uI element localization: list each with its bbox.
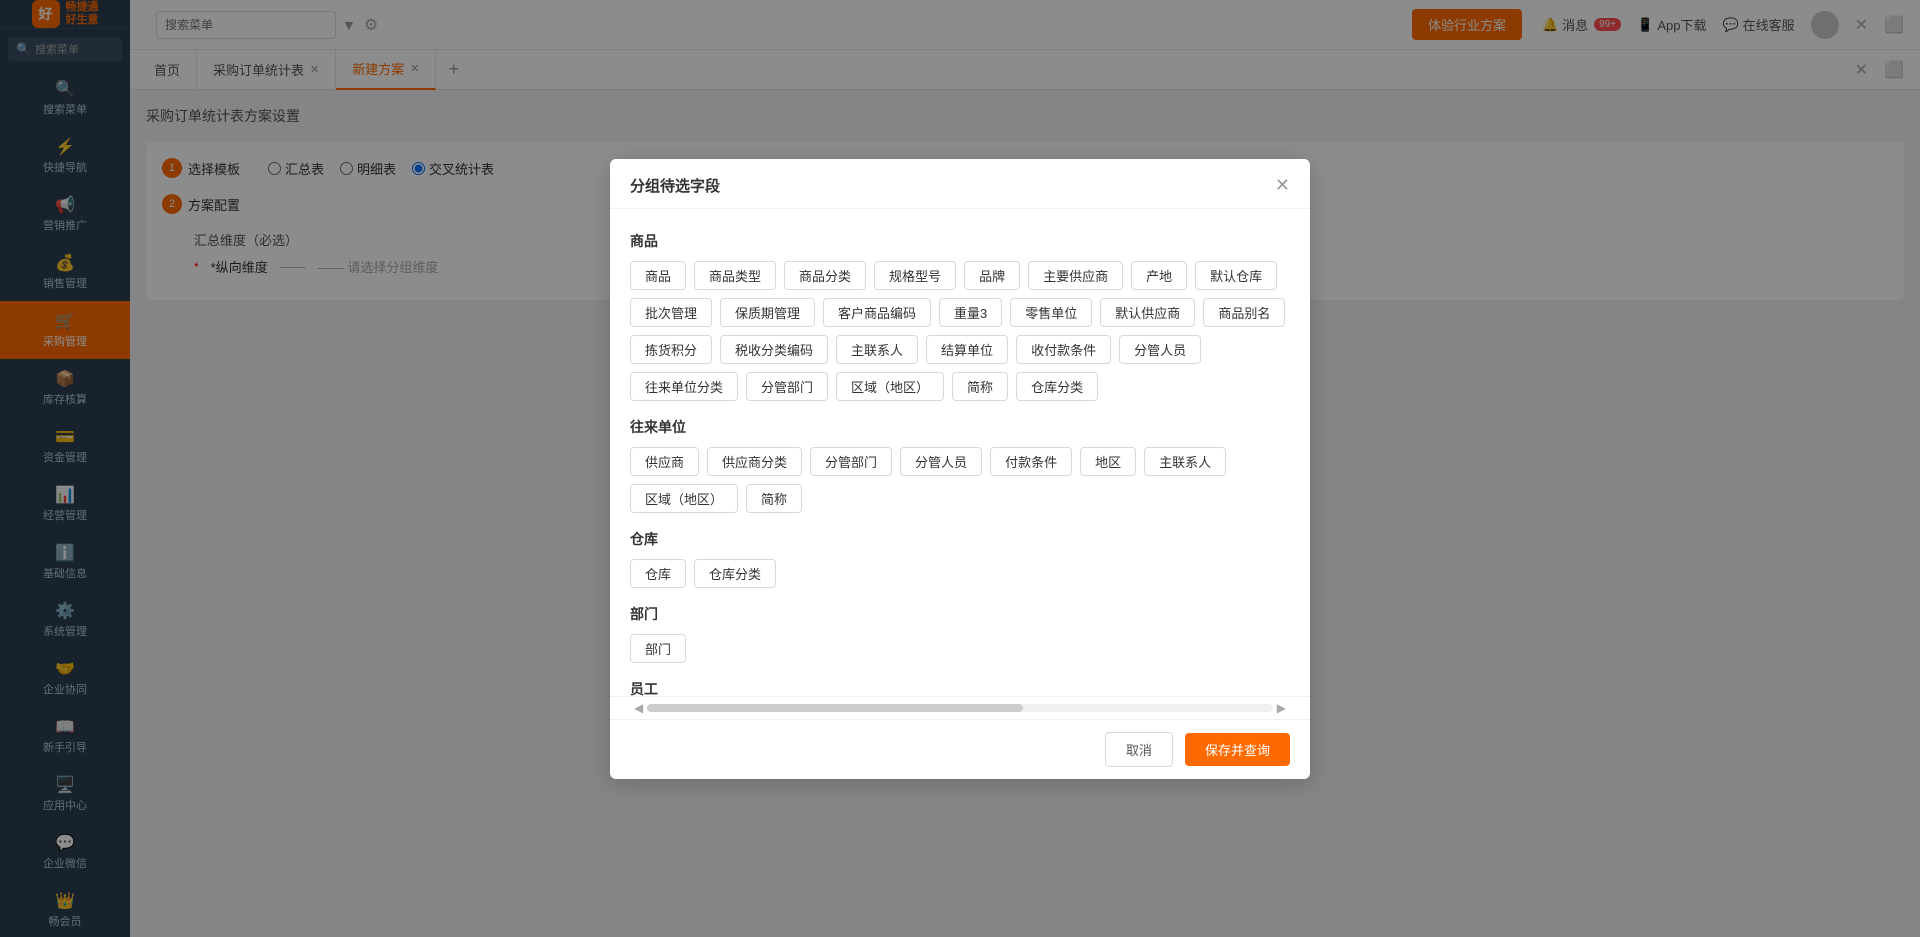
field-tag-2-1[interactable]: 仓库分类 [694, 559, 776, 588]
field-tag-1-5[interactable]: 地区 [1080, 447, 1136, 476]
field-tag-0-0[interactable]: 商品 [630, 261, 686, 290]
modal-body: 商品商品商品类型商品分类规格型号品牌主要供应商产地默认仓库批次管理保质期管理客户… [610, 209, 1310, 696]
field-grid-3: 部门 [630, 634, 1290, 663]
field-tag-1-8[interactable]: 简称 [746, 484, 802, 513]
section-title-3: 部门 [630, 604, 1290, 624]
field-tag-0-10[interactable]: 客户商品编码 [823, 298, 931, 327]
field-tag-1-6[interactable]: 主联系人 [1144, 447, 1226, 476]
field-tag-1-0[interactable]: 供应商 [630, 447, 699, 476]
field-tag-1-3[interactable]: 分管人员 [900, 447, 982, 476]
hscroll-right-arrow[interactable]: ▶ [1273, 701, 1290, 715]
section-title-4: 员工 [630, 679, 1290, 696]
field-tag-0-7[interactable]: 默认仓库 [1195, 261, 1277, 290]
field-tag-1-2[interactable]: 分管部门 [810, 447, 892, 476]
field-tag-0-17[interactable]: 主联系人 [836, 335, 918, 364]
field-tag-2-0[interactable]: 仓库 [630, 559, 686, 588]
field-tag-3-0[interactable]: 部门 [630, 634, 686, 663]
field-tag-0-2[interactable]: 商品分类 [784, 261, 866, 290]
field-tag-0-25[interactable]: 仓库分类 [1016, 372, 1098, 401]
hscroll-thumb [647, 704, 1022, 712]
field-tag-1-7[interactable]: 区域（地区） [630, 484, 738, 513]
modal-dialog: 分组待选字段 ✕ 商品商品商品类型商品分类规格型号品牌主要供应商产地默认仓库批次… [610, 159, 1310, 779]
field-tag-0-5[interactable]: 主要供应商 [1028, 261, 1123, 290]
field-tag-1-1[interactable]: 供应商分类 [707, 447, 802, 476]
field-tag-0-22[interactable]: 分管部门 [746, 372, 828, 401]
field-tag-0-11[interactable]: 重量3 [939, 298, 1002, 327]
modal-hscrollbar[interactable]: ◀ ▶ [610, 696, 1310, 719]
hscroll-track [647, 704, 1273, 712]
field-tag-0-8[interactable]: 批次管理 [630, 298, 712, 327]
section-title-1: 往来单位 [630, 417, 1290, 437]
field-tag-0-9[interactable]: 保质期管理 [720, 298, 815, 327]
field-tag-0-1[interactable]: 商品类型 [694, 261, 776, 290]
field-grid-2: 仓库仓库分类 [630, 559, 1290, 588]
field-grid-0: 商品商品类型商品分类规格型号品牌主要供应商产地默认仓库批次管理保质期管理客户商品… [630, 261, 1290, 401]
cancel-button[interactable]: 取消 [1105, 732, 1173, 767]
field-tag-0-21[interactable]: 往来单位分类 [630, 372, 738, 401]
modal-title: 分组待选字段 [630, 175, 720, 196]
field-tag-0-16[interactable]: 税收分类编码 [720, 335, 828, 364]
modal-overlay: 分组待选字段 ✕ 商品商品商品类型商品分类规格型号品牌主要供应商产地默认仓库批次… [0, 0, 1920, 937]
field-tag-0-23[interactable]: 区域（地区） [836, 372, 944, 401]
field-tag-0-20[interactable]: 分管人员 [1119, 335, 1201, 364]
field-tag-0-12[interactable]: 零售单位 [1010, 298, 1092, 327]
field-tag-1-4[interactable]: 付款条件 [990, 447, 1072, 476]
field-tag-0-3[interactable]: 规格型号 [874, 261, 956, 290]
save-button[interactable]: 保存并查询 [1185, 733, 1290, 766]
hscroll-left-arrow[interactable]: ◀ [630, 701, 647, 715]
section-title-0: 商品 [630, 231, 1290, 251]
field-tag-0-19[interactable]: 收付款条件 [1016, 335, 1111, 364]
field-tag-0-4[interactable]: 品牌 [964, 261, 1020, 290]
field-tag-0-13[interactable]: 默认供应商 [1100, 298, 1195, 327]
field-tag-0-6[interactable]: 产地 [1131, 261, 1187, 290]
field-tag-0-14[interactable]: 商品别名 [1203, 298, 1285, 327]
section-title-2: 仓库 [630, 529, 1290, 549]
modal-footer: 取消 保存并查询 [610, 719, 1310, 779]
field-tag-0-15[interactable]: 拣货积分 [630, 335, 712, 364]
field-tag-0-18[interactable]: 结算单位 [926, 335, 1008, 364]
modal-close-button[interactable]: ✕ [1275, 175, 1290, 196]
field-grid-1: 供应商供应商分类分管部门分管人员付款条件地区主联系人区域（地区） 简称 [630, 447, 1290, 513]
field-tag-0-24[interactable]: 简称 [952, 372, 1008, 401]
modal-header: 分组待选字段 ✕ [610, 159, 1310, 209]
